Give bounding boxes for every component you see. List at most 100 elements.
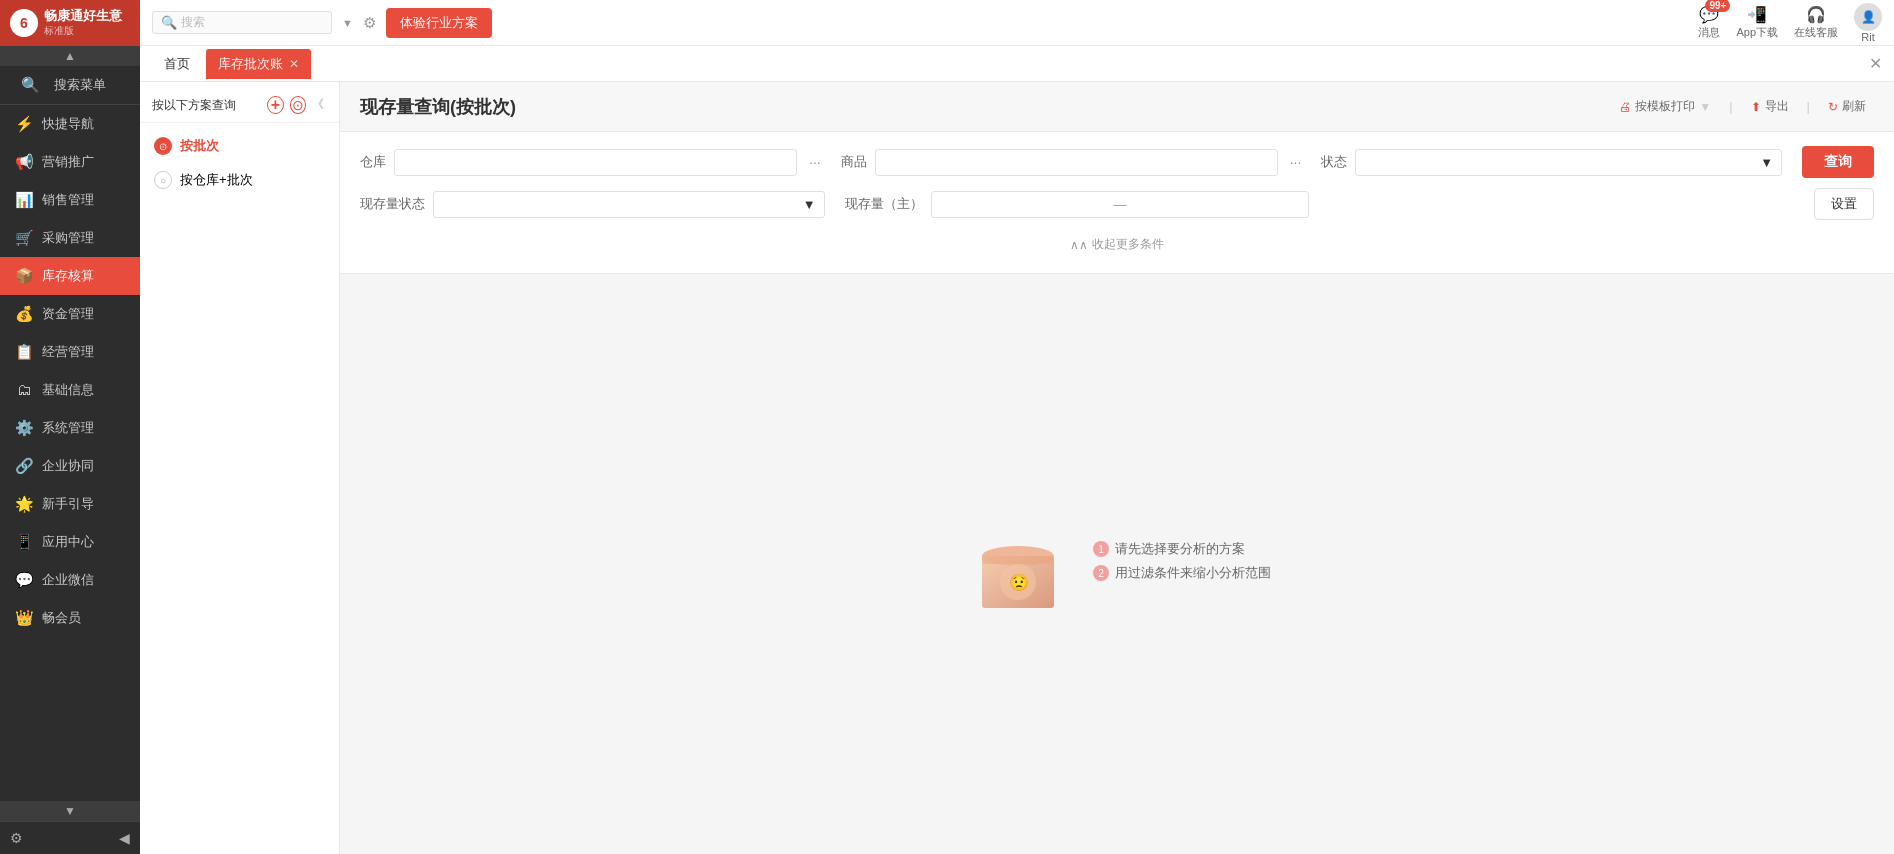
folder-icon: 🗂 bbox=[14, 381, 34, 398]
message-label: 消息 bbox=[1698, 25, 1720, 40]
collapse-panel-icon[interactable]: 《 bbox=[312, 96, 327, 114]
footer-collapse-btn[interactable]: ◀ bbox=[119, 830, 130, 846]
topbar-chevron-icon[interactable]: ▼ bbox=[342, 17, 353, 29]
sidebar-item-label: 新手引导 bbox=[42, 495, 94, 513]
add-plan-icon[interactable]: + bbox=[267, 96, 284, 114]
tab-batch-label: 库存批次账 bbox=[218, 55, 283, 73]
sidebar-item-label: 销售管理 bbox=[42, 191, 94, 209]
sidebar-item-finance[interactable]: 💰 资金管理 bbox=[0, 295, 140, 333]
star-icon: 🌟 bbox=[14, 495, 34, 513]
plan-item-batch[interactable]: ⊙ 按批次 bbox=[140, 129, 339, 163]
sidebar-item-sales[interactable]: 📊 销售管理 bbox=[0, 181, 140, 219]
tab-panel-close-icon[interactable]: ✕ bbox=[1869, 54, 1882, 73]
tab-home-label: 首页 bbox=[164, 55, 190, 73]
app-version: 标准版 bbox=[44, 24, 122, 38]
status-filter-group: 状态 ▼ bbox=[1321, 149, 1782, 176]
sidebar-item-marketing[interactable]: 📢 营销推广 bbox=[0, 143, 140, 181]
sidebar-item-quick[interactable]: ⚡ 快捷导航 bbox=[0, 105, 140, 143]
status-chevron-icon: ▼ bbox=[1760, 155, 1773, 170]
title-actions: 🖨 按模板打印 ▼ | ⬆ 导出 | ↻ 刷新 bbox=[1611, 94, 1874, 119]
app-download-action[interactable]: 📲 App下载 bbox=[1736, 5, 1778, 40]
sidebar-item-member[interactable]: 👑 畅会员 bbox=[0, 599, 140, 637]
user-icon: 👤 bbox=[1861, 10, 1876, 24]
left-panel-header: 按以下方案查询 + ⊙ 《 bbox=[140, 92, 339, 123]
online-service-action[interactable]: 🎧 在线客服 bbox=[1794, 5, 1838, 40]
svg-rect-2 bbox=[982, 556, 1054, 564]
empty-svg: 😟 bbox=[963, 514, 1073, 624]
settings-button[interactable]: 设置 bbox=[1814, 188, 1874, 220]
experience-button[interactable]: 体验行业方案 bbox=[386, 8, 492, 38]
tab-batch[interactable]: 库存批次账 ✕ bbox=[206, 49, 311, 79]
sidebar-item-label: 快捷导航 bbox=[42, 115, 94, 133]
sidebar-item-inventory[interactable]: 📦 库存核算 bbox=[0, 257, 140, 295]
print-label: 按模板打印 bbox=[1635, 98, 1695, 115]
empty-hint-1: 1 请先选择要分析的方案 bbox=[1093, 540, 1271, 558]
stock-status-dropdown[interactable]: ▼ bbox=[433, 191, 825, 218]
sidebar-item-label: 企业协同 bbox=[42, 457, 94, 475]
search-icon: 🔍 bbox=[20, 76, 40, 94]
avatar: 👤 bbox=[1854, 3, 1882, 31]
tabs-bar: 首页 库存批次账 ✕ ✕ bbox=[140, 46, 1894, 82]
sidebar-item-label: 采购管理 bbox=[42, 229, 94, 247]
sidebar-item-label: 应用中心 bbox=[42, 533, 94, 551]
settings-plan-icon[interactable]: ⊙ bbox=[290, 96, 307, 114]
product-input[interactable] bbox=[875, 149, 1278, 176]
export-btn[interactable]: ⬆ 导出 bbox=[1743, 94, 1797, 119]
warehouse-input[interactable] bbox=[394, 149, 797, 176]
page-title: 现存量查询(按批次) bbox=[360, 95, 1611, 119]
topbar: 🔍 搜索 ▼ ⚙ 体验行业方案 99+ 💬 消息 📲 App下载 🎧 在线客服 bbox=[140, 0, 1894, 46]
sidebar-item-system[interactable]: ⚙️ 系统管理 bbox=[0, 409, 140, 447]
topbar-actions: 99+ 💬 消息 📲 App下载 🎧 在线客服 👤 Rit bbox=[1698, 3, 1882, 43]
message-badge: 99+ bbox=[1705, 0, 1730, 12]
sidebar-item-operations[interactable]: 📋 经营管理 bbox=[0, 333, 140, 371]
plan-dot-outline: ○ bbox=[154, 171, 172, 189]
topbar-gear-icon[interactable]: ⚙ bbox=[363, 14, 376, 32]
left-panel: 按以下方案查询 + ⊙ 《 ⊙ 按批次 ○ 按仓库+批次 bbox=[140, 82, 340, 854]
tab-batch-close-icon[interactable]: ✕ bbox=[289, 57, 299, 71]
sidebar-item-label: 基础信息 bbox=[42, 381, 94, 399]
app-download-label: App下载 bbox=[1736, 25, 1778, 40]
right-content: 现存量查询(按批次) 🖨 按模板打印 ▼ | ⬆ 导出 | ↻ bbox=[340, 82, 1894, 854]
stock-status-label: 现存量状态 bbox=[360, 195, 425, 213]
warehouse-more-icon[interactable]: ··· bbox=[809, 154, 821, 170]
plan-item-warehouse-batch[interactable]: ○ 按仓库+批次 bbox=[140, 163, 339, 197]
sidebar-item-search[interactable]: 🔍 搜索菜单 bbox=[0, 66, 140, 105]
page-title-bar: 现存量查询(按批次) 🖨 按模板打印 ▼ | ⬆ 导出 | ↻ bbox=[340, 82, 1894, 132]
left-panel-title: 按以下方案查询 bbox=[152, 97, 267, 114]
sidebar-item-label: 畅会员 bbox=[42, 609, 81, 627]
sidebar: 6 畅康通好生意 标准版 ▲ 🔍 搜索菜单 ⚡ 快捷导航 📢 营销推广 📊 销售… bbox=[0, 0, 140, 854]
status-dropdown[interactable]: ▼ bbox=[1355, 149, 1782, 176]
collapse-bar[interactable]: ∧∧ 收起更多条件 bbox=[360, 230, 1874, 259]
sidebar-item-newbie[interactable]: 🌟 新手引导 bbox=[0, 485, 140, 523]
collapse-label: 收起更多条件 bbox=[1092, 236, 1164, 253]
refresh-btn[interactable]: ↻ 刷新 bbox=[1820, 94, 1874, 119]
crown-icon: 👑 bbox=[14, 609, 34, 627]
sidebar-item-label: 企业微信 bbox=[42, 571, 94, 589]
empty-hints: 1 请先选择要分析的方案 2 用过滤条件来缩小分析范围 bbox=[1093, 540, 1271, 588]
topbar-search-area[interactable]: 🔍 搜索 bbox=[152, 11, 332, 34]
clipboard-icon: 📋 bbox=[14, 343, 34, 361]
search-placeholder: 搜索 bbox=[181, 14, 205, 31]
sidebar-scroll-down[interactable]: ▼ bbox=[0, 801, 140, 821]
sidebar-item-enterprise[interactable]: 🔗 企业协同 bbox=[0, 447, 140, 485]
main-area: 🔍 搜索 ▼ ⚙ 体验行业方案 99+ 💬 消息 📲 App下载 🎧 在线客服 bbox=[140, 0, 1894, 854]
sidebar-item-wechat[interactable]: 💬 企业微信 bbox=[0, 561, 140, 599]
sidebar-footer: ⚙ ◀ bbox=[0, 821, 140, 854]
footer-settings-btn[interactable]: ⚙ bbox=[10, 830, 23, 846]
sidebar-item-appstore[interactable]: 📱 应用中心 bbox=[0, 523, 140, 561]
sidebar-scroll-up[interactable]: ▲ bbox=[0, 46, 140, 66]
product-more-icon[interactable]: ··· bbox=[1290, 154, 1302, 170]
gear-icon: ⚙️ bbox=[14, 419, 34, 437]
sidebar-item-basic[interactable]: 🗂 基础信息 bbox=[0, 371, 140, 409]
box-icon: 📦 bbox=[14, 267, 34, 285]
user-profile[interactable]: 👤 Rit bbox=[1854, 3, 1882, 43]
mobile-download-icon: 📲 bbox=[1747, 5, 1767, 24]
message-action[interactable]: 99+ 💬 消息 bbox=[1698, 5, 1720, 40]
print-btn[interactable]: 🖨 按模板打印 ▼ bbox=[1611, 94, 1719, 119]
tab-home[interactable]: 首页 bbox=[152, 49, 202, 79]
query-button[interactable]: 查询 bbox=[1802, 146, 1874, 178]
filter-area: 仓库 ··· 商品 ··· 状态 ▼ bbox=[340, 132, 1894, 274]
sidebar-item-purchase[interactable]: 🛒 采购管理 bbox=[0, 219, 140, 257]
product-label: 商品 bbox=[841, 153, 867, 171]
left-panel-actions: + ⊙ 《 bbox=[267, 96, 327, 114]
